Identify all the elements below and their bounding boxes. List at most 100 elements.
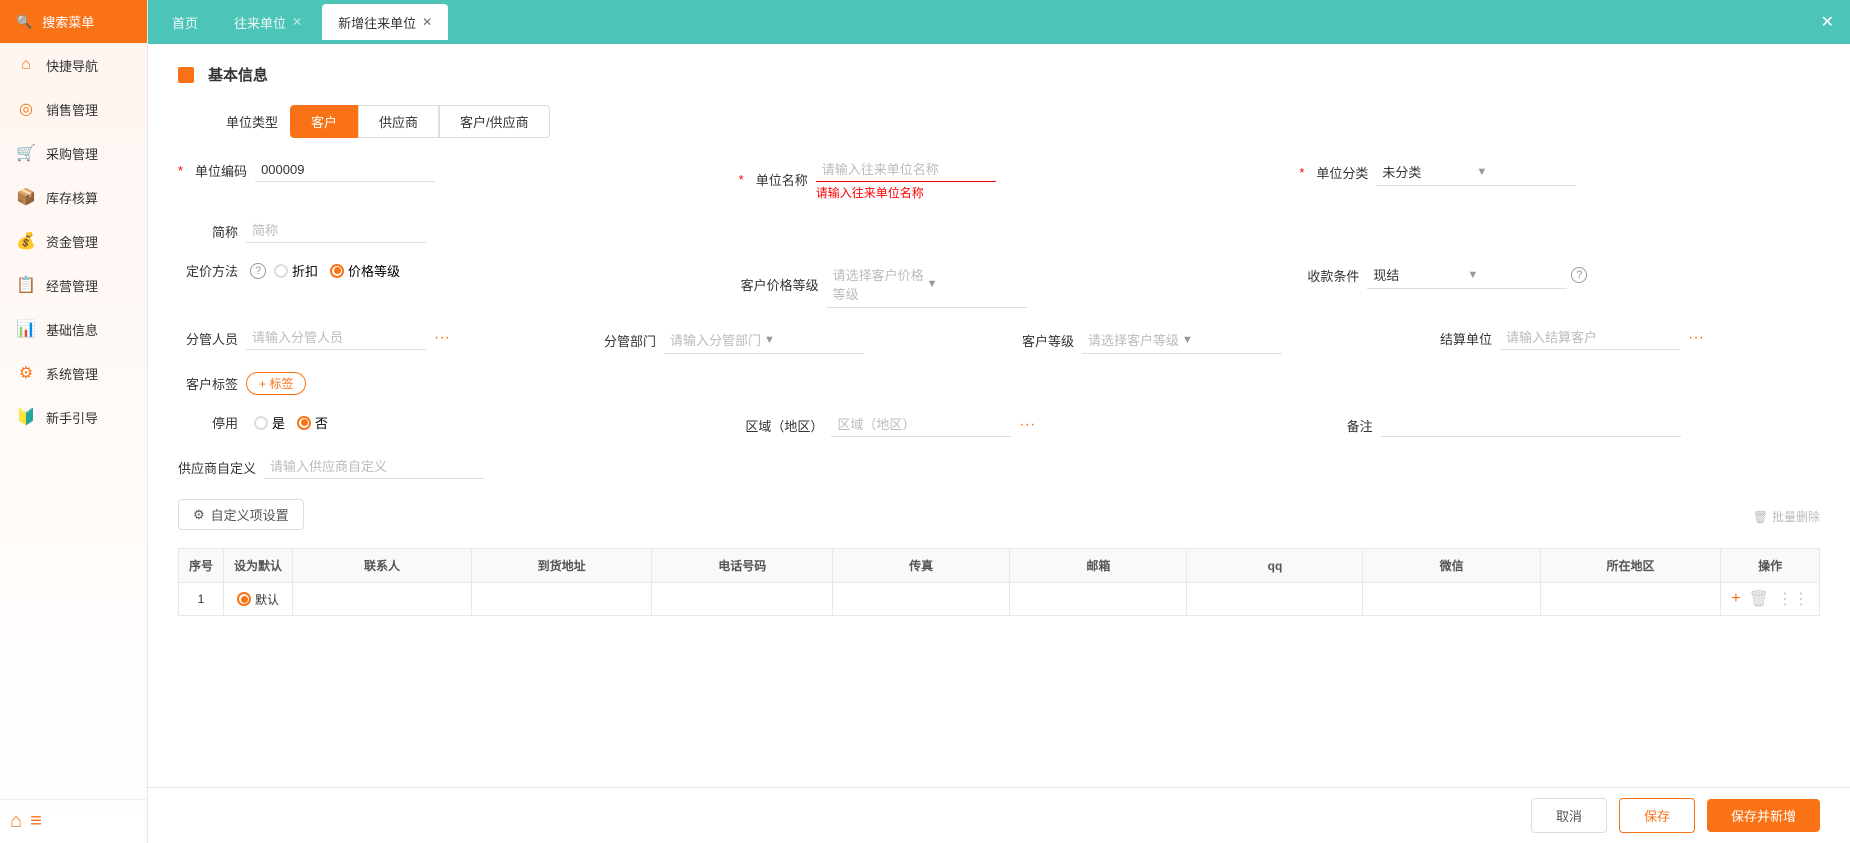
remarks-input[interactable] bbox=[1381, 413, 1681, 437]
department-select[interactable]: 请输入分管部门 ▼ bbox=[664, 326, 864, 354]
cell-qq[interactable] bbox=[1187, 583, 1363, 616]
short-name-input[interactable] bbox=[246, 219, 426, 243]
sidebar-item-inventory[interactable]: 📦 库存核算 bbox=[0, 175, 147, 219]
tab-new-partner-close[interactable]: ✕ bbox=[422, 15, 432, 29]
tab-partners[interactable]: 往来单位 ✕ bbox=[218, 4, 318, 40]
batch-delete[interactable]: 🗑 批量删除 bbox=[1753, 508, 1820, 525]
tab-partners-close[interactable]: ✕ bbox=[292, 15, 302, 29]
add-row-btn[interactable]: + bbox=[1731, 590, 1740, 608]
supplier-custom-input[interactable] bbox=[264, 455, 484, 479]
sidebar: 🔍 搜索菜单 ⌂ 快捷导航 ◎ 销售管理 🛒 采购管理 📦 库存核算 💰 资金管… bbox=[0, 0, 148, 843]
customer-price-level-select[interactable]: 请选择客户价格等级 ▼ bbox=[827, 261, 1027, 308]
add-tag-button[interactable]: + 标签 bbox=[246, 372, 306, 395]
form-row-6: 停用 是 否 区域（地区） ··· 备注 bbox=[178, 413, 1820, 437]
manager-input[interactable] bbox=[246, 326, 426, 350]
save-new-button[interactable]: 保存并新增 bbox=[1707, 799, 1820, 832]
col-seq: 序号 bbox=[179, 549, 224, 583]
basic-icon: 📊 bbox=[16, 319, 36, 339]
manager-group: 分管人员 ··· bbox=[178, 326, 566, 350]
delete-row-btn[interactable]: 🗑 bbox=[1749, 589, 1769, 609]
cell-default[interactable]: 默认 bbox=[224, 583, 293, 616]
cell-email[interactable] bbox=[1010, 583, 1187, 616]
payment-terms-help-icon[interactable]: ? bbox=[1571, 267, 1587, 283]
customer-price-level-arrow: ▼ bbox=[927, 278, 1021, 290]
sidebar-item-guide[interactable]: 🔰 新手引导 bbox=[0, 395, 147, 439]
unit-name-error: 请输入往来单位名称 bbox=[816, 184, 996, 201]
region-more-btn[interactable]: ··· bbox=[1015, 416, 1039, 434]
form-row-4: 分管人员 ··· 分管部门 请输入分管部门 ▼ 客户等级 请选择客户等级 ▼ 结… bbox=[178, 326, 1820, 354]
pricing-help-icon[interactable]: ? bbox=[250, 263, 266, 279]
col-phone: 电话号码 bbox=[652, 549, 833, 583]
sidebar-item-sales[interactable]: ◎ 销售管理 bbox=[0, 87, 147, 131]
region-input[interactable] bbox=[831, 413, 1011, 437]
unit-name-input[interactable] bbox=[816, 158, 996, 182]
cell-contact[interactable] bbox=[293, 583, 472, 616]
main-content: 首页 往来单位 ✕ 新增往来单位 ✕ ✕ F 基本信息 单位类型 客户 供应商 … bbox=[148, 0, 1850, 843]
settlement-unit-more-btn[interactable]: ··· bbox=[1684, 329, 1708, 347]
region-group: 区域（地区） ··· bbox=[745, 413, 1252, 437]
cell-wechat[interactable] bbox=[1363, 583, 1540, 616]
default-label: 默认 bbox=[255, 591, 279, 608]
sidebar-item-operations[interactable]: 📋 经营管理 bbox=[0, 263, 147, 307]
disabled-no[interactable]: 否 bbox=[297, 413, 328, 432]
payment-terms-group: 收款条件 现结 ▼ ? bbox=[1299, 261, 1820, 289]
disabled-yes[interactable]: 是 bbox=[254, 413, 285, 432]
inventory-icon: 📦 bbox=[16, 187, 36, 207]
col-fax: 传真 bbox=[832, 549, 1009, 583]
sidebar-search[interactable]: 🔍 搜索菜单 bbox=[0, 0, 147, 43]
form-row-2: 简称 bbox=[178, 219, 1820, 243]
cell-fax[interactable] bbox=[832, 583, 1009, 616]
unit-type-customer[interactable]: 客户 bbox=[290, 105, 358, 138]
cell-region[interactable] bbox=[1540, 583, 1721, 616]
sidebar-footer-home[interactable]: ⌂ bbox=[10, 810, 22, 833]
tab-home[interactable]: 首页 bbox=[156, 4, 214, 40]
sidebar-item-system[interactable]: ⚙ 系统管理 bbox=[0, 351, 147, 395]
sidebar-item-purchase[interactable]: 🛒 采购管理 bbox=[0, 131, 147, 175]
disabled-radio-group: 是 否 bbox=[254, 413, 328, 432]
section-icon: F bbox=[178, 67, 194, 83]
cell-address[interactable] bbox=[471, 583, 652, 616]
form-row-5: 客户标签 + 标签 bbox=[178, 372, 1820, 395]
form-area: F 基本信息 单位类型 客户 供应商 客户/供应商 * 单位编码 * 单位名称 … bbox=[148, 44, 1850, 787]
disabled-yes-radio bbox=[254, 416, 268, 430]
unit-type-both[interactable]: 客户/供应商 bbox=[439, 105, 550, 138]
pricing-group: 定价方法 ? 折扣 价格等级 bbox=[178, 261, 699, 280]
form-row-3: 定价方法 ? 折扣 价格等级 客户价格等级 请选择客户价格等级 bbox=[178, 261, 1820, 308]
default-radio[interactable] bbox=[237, 592, 251, 606]
department-group: 分管部门 请输入分管部门 ▼ bbox=[596, 326, 984, 354]
sidebar-footer-bar[interactable]: ≡ bbox=[30, 810, 42, 833]
sidebar-item-finance[interactable]: 💰 资金管理 bbox=[0, 219, 147, 263]
guide-icon: 🔰 bbox=[16, 407, 36, 427]
col-address: 到货地址 bbox=[471, 549, 652, 583]
payment-terms-select[interactable]: 现结 ▼ bbox=[1367, 261, 1567, 289]
pricing-discount[interactable]: 折扣 bbox=[274, 261, 318, 280]
unit-type-supplier[interactable]: 供应商 bbox=[358, 105, 439, 138]
sidebar-search-label: 搜索菜单 bbox=[42, 12, 94, 31]
customer-level-select[interactable]: 请选择客户等级 ▼ bbox=[1082, 326, 1282, 354]
settlement-unit-input[interactable] bbox=[1500, 326, 1680, 350]
pricing-level[interactable]: 价格等级 bbox=[330, 261, 400, 280]
manager-more-btn[interactable]: ··· bbox=[430, 329, 454, 347]
sidebar-item-quick-nav[interactable]: ⌂ 快捷导航 bbox=[0, 43, 147, 87]
save-button[interactable]: 保存 bbox=[1619, 798, 1695, 833]
cancel-button[interactable]: 取消 bbox=[1531, 798, 1607, 833]
table-row: 1 默认 bbox=[179, 583, 1820, 616]
tab-bar: 首页 往来单位 ✕ 新增往来单位 ✕ ✕ bbox=[148, 0, 1850, 44]
customer-level-group: 客户等级 请选择客户等级 ▼ bbox=[1014, 326, 1402, 354]
col-email: 邮箱 bbox=[1010, 549, 1187, 583]
close-all-tabs[interactable]: ✕ bbox=[1813, 8, 1842, 36]
cell-phone[interactable] bbox=[652, 583, 833, 616]
sidebar-item-basic[interactable]: 📊 基础信息 bbox=[0, 307, 147, 351]
unit-code-input[interactable] bbox=[255, 158, 435, 182]
unit-category-select[interactable]: 未分类 ▼ bbox=[1376, 158, 1576, 186]
section-title: F 基本信息 bbox=[178, 64, 1820, 85]
pricing-level-radio bbox=[330, 264, 344, 278]
remarks-group: 备注 bbox=[1313, 413, 1820, 437]
sales-icon: ◎ bbox=[16, 99, 36, 119]
col-region: 所在地区 bbox=[1540, 549, 1721, 583]
disabled-group: 停用 是 否 bbox=[178, 413, 685, 432]
col-qq: qq bbox=[1187, 549, 1363, 583]
tab-new-partner[interactable]: 新增往来单位 ✕ bbox=[322, 4, 448, 40]
custom-settings-btn[interactable]: ⚙ 自定义项设置 bbox=[178, 499, 304, 530]
short-name-group: 简称 bbox=[178, 219, 1820, 243]
